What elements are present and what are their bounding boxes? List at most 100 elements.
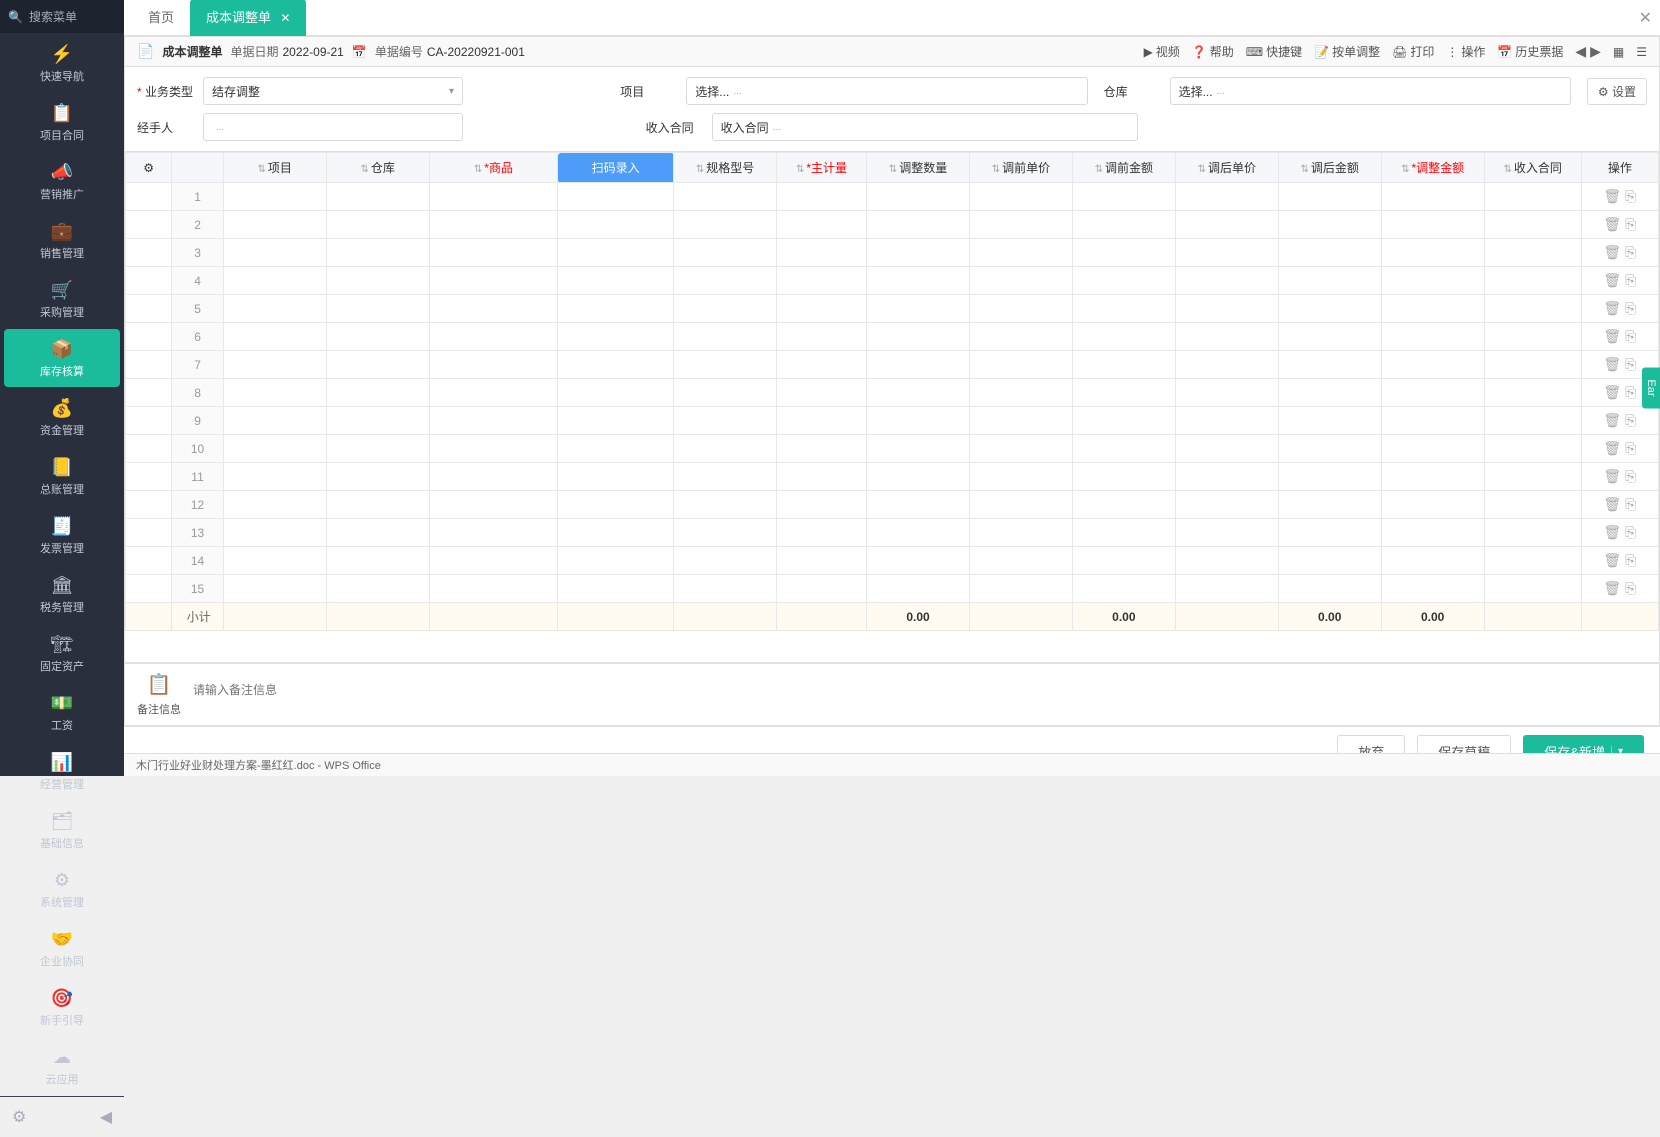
sidebar-item-sales-promo[interactable]: 📣营销推广 <box>4 152 120 210</box>
row-data-cell[interactable] <box>1175 211 1278 239</box>
row-data-cell[interactable] <box>326 519 429 547</box>
row-data-cell[interactable] <box>1484 211 1581 239</box>
row-data-cell[interactable] <box>1484 407 1581 435</box>
row-data-cell[interactable] <box>558 239 674 267</box>
row-data-cell[interactable] <box>1484 351 1581 379</box>
row-data-cell[interactable] <box>1381 183 1484 211</box>
row-data-cell[interactable] <box>1278 547 1381 575</box>
row-data-cell[interactable] <box>326 183 429 211</box>
row-delete-btn[interactable]: 🗑 <box>1603 496 1621 512</box>
row-data-cell[interactable] <box>776 379 866 407</box>
row-data-cell[interactable] <box>326 463 429 491</box>
row-data-cell[interactable] <box>326 379 429 407</box>
row-data-cell[interactable] <box>1484 547 1581 575</box>
row-data-cell[interactable] <box>1278 351 1381 379</box>
row-data-cell[interactable] <box>1175 239 1278 267</box>
row-copy-btn[interactable]: ⎘ <box>1625 440 1636 456</box>
sidebar-item-ops-mgmt[interactable]: 📊经营管理 <box>4 742 120 800</box>
sidebar-item-new-guide[interactable]: 🎯新手引导 <box>4 978 120 1036</box>
row-delete-btn[interactable]: 🗑 <box>1603 356 1621 372</box>
row-data-cell[interactable] <box>1072 267 1175 295</box>
row-data-cell[interactable] <box>867 379 970 407</box>
sidebar-item-finance-mgmt[interactable]: 💰资金管理 <box>4 388 120 446</box>
row-data-cell[interactable] <box>223 407 326 435</box>
row-data-cell[interactable] <box>674 519 777 547</box>
row-data-cell[interactable] <box>674 407 777 435</box>
row-data-cell[interactable] <box>558 267 674 295</box>
row-copy-btn[interactable]: ⎘ <box>1625 412 1636 428</box>
row-data-cell[interactable] <box>674 183 777 211</box>
row-data-cell[interactable] <box>558 519 674 547</box>
row-data-cell[interactable] <box>429 183 558 211</box>
row-data-cell[interactable] <box>558 351 674 379</box>
row-data-cell[interactable] <box>1381 407 1484 435</box>
row-delete-btn[interactable]: 🗑 <box>1603 272 1621 288</box>
row-data-cell[interactable] <box>223 183 326 211</box>
row-data-cell[interactable] <box>1072 491 1175 519</box>
col-scan[interactable]: 扫码录入 <box>558 153 674 183</box>
row-data-cell[interactable] <box>1072 351 1175 379</box>
nav-next-btn[interactable]: ▶ <box>1590 43 1601 60</box>
sidebar-item-payroll[interactable]: 💵工资 <box>4 683 120 741</box>
sidebar-item-basic-info[interactable]: 🗂基础信息 <box>4 801 120 859</box>
sidebar-search[interactable]: 🔍 搜索菜单 <box>0 0 124 33</box>
sidebar-item-inventory-check[interactable]: 📦库存核算 <box>4 329 120 387</box>
row-data-cell[interactable] <box>1072 295 1175 323</box>
row-data-cell[interactable] <box>1484 463 1581 491</box>
row-data-cell[interactable] <box>776 183 866 211</box>
row-data-cell[interactable] <box>223 491 326 519</box>
row-data-cell[interactable] <box>776 323 866 351</box>
row-data-cell[interactable] <box>1484 267 1581 295</box>
row-data-cell[interactable] <box>1175 351 1278 379</box>
row-data-cell[interactable] <box>1278 575 1381 603</box>
row-data-cell[interactable] <box>867 547 970 575</box>
help-btn[interactable]: ❓ 帮助 <box>1192 43 1234 60</box>
row-data-cell[interactable] <box>558 435 674 463</box>
row-data-cell[interactable] <box>1484 323 1581 351</box>
row-data-cell[interactable] <box>1484 435 1581 463</box>
row-delete-btn[interactable]: 🗑 <box>1603 384 1621 400</box>
row-copy-btn[interactable]: ⎘ <box>1625 496 1636 512</box>
row-copy-btn[interactable]: ⎘ <box>1625 328 1636 344</box>
row-data-cell[interactable] <box>223 547 326 575</box>
row-data-cell[interactable] <box>558 183 674 211</box>
row-data-cell[interactable] <box>429 267 558 295</box>
row-data-cell[interactable] <box>429 463 558 491</box>
row-data-cell[interactable] <box>969 575 1072 603</box>
row-data-cell[interactable] <box>1072 323 1175 351</box>
row-data-cell[interactable] <box>429 295 558 323</box>
row-data-cell[interactable] <box>867 407 970 435</box>
row-data-cell[interactable] <box>1381 267 1484 295</box>
row-data-cell[interactable] <box>1484 575 1581 603</box>
row-data-cell[interactable] <box>429 519 558 547</box>
row-data-cell[interactable] <box>674 323 777 351</box>
row-delete-btn[interactable]: 🗑 <box>1603 188 1621 204</box>
operations-btn[interactable]: ⋮ 操作 <box>1446 43 1485 60</box>
row-data-cell[interactable] <box>1278 295 1381 323</box>
sidebar-item-sales-mgmt[interactable]: 💼销售管理 <box>4 211 120 269</box>
sidebar-item-system-mgmt[interactable]: ⚙系统管理 <box>4 860 120 918</box>
row-data-cell[interactable] <box>558 407 674 435</box>
row-data-cell[interactable] <box>326 351 429 379</box>
row-data-cell[interactable] <box>776 351 866 379</box>
row-data-cell[interactable] <box>429 351 558 379</box>
row-data-cell[interactable] <box>674 351 777 379</box>
row-data-cell[interactable] <box>429 575 558 603</box>
row-data-cell[interactable] <box>1484 379 1581 407</box>
row-copy-btn[interactable]: ⎘ <box>1625 384 1636 400</box>
handler-input[interactable]: ... <box>203 113 463 141</box>
history-btn[interactable]: 📅 历史票据 <box>1497 43 1563 60</box>
row-copy-btn[interactable]: ⎘ <box>1625 244 1636 260</box>
row-data-cell[interactable] <box>969 267 1072 295</box>
row-data-cell[interactable] <box>776 267 866 295</box>
row-data-cell[interactable] <box>867 183 970 211</box>
row-data-cell[interactable] <box>1072 183 1175 211</box>
sidebar-item-ledger-mgmt[interactable]: 📒总账管理 <box>4 447 120 505</box>
print-btn[interactable]: 🖨 打印 <box>1392 43 1434 60</box>
row-copy-btn[interactable]: ⎘ <box>1625 524 1636 540</box>
row-data-cell[interactable] <box>867 463 970 491</box>
row-data-cell[interactable] <box>1381 463 1484 491</box>
row-copy-btn[interactable]: ⎘ <box>1625 552 1636 568</box>
row-data-cell[interactable] <box>969 463 1072 491</box>
row-data-cell[interactable] <box>867 519 970 547</box>
